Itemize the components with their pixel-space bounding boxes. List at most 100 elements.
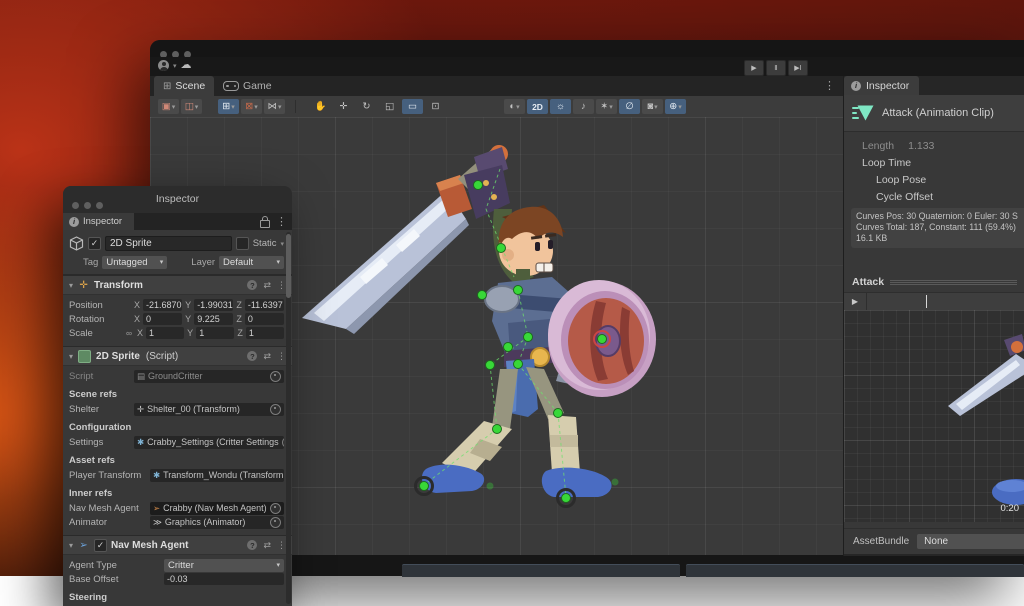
gizmos-dropdown-button[interactable]: ⊕▾ [665, 99, 686, 114]
scene-menu-kebab-icon[interactable]: ⋮ [824, 79, 835, 92]
object-picker-icon[interactable] [270, 371, 281, 382]
preview-character-art [844, 310, 1024, 522]
cycle-offset-row[interactable]: Cycle Offset [876, 191, 933, 203]
tab-inspector[interactable]: i Inspector [63, 213, 134, 230]
gameobject-header: ✓ 2D Sprite ✓ Static ▾ Tag Untagged▾ Lay… [63, 230, 292, 275]
layer-dropdown[interactable]: Default▾ [219, 256, 284, 269]
object-picker-icon[interactable] [270, 404, 281, 415]
help-icon[interactable]: ? [247, 540, 257, 550]
lock-icon[interactable] [260, 220, 270, 228]
script-object-field[interactable]: ▤ GroundCritter [134, 370, 284, 383]
scale-z-field[interactable]: 1 [246, 327, 284, 339]
position-y-field[interactable]: -1.99031 [194, 299, 233, 311]
tab-scene[interactable]: ⊞ Scene [154, 76, 214, 96]
settings-object-field[interactable]: ✱ Crabby_Settings (Critter Settings [134, 436, 284, 449]
help-icon[interactable]: ? [247, 280, 257, 290]
snap-align-button[interactable]: ⋈▾ [264, 99, 285, 114]
account-caret-icon[interactable]: ▾ [173, 62, 177, 70]
help-icon[interactable]: ? [247, 351, 257, 361]
active-checkbox[interactable]: ✓ [88, 237, 101, 250]
preview-play-button[interactable]: ▶ [844, 293, 867, 310]
main-titlebar[interactable] [150, 40, 1024, 57]
main-menubar: ▾ ☁ ▶ Ⅱ ▶Ⅰ [150, 57, 1024, 76]
kebab-icon[interactable]: ⋮ [277, 280, 286, 291]
account-avatar-icon[interactable] [158, 60, 169, 71]
tab-inspector[interactable]: i Inspector [844, 76, 919, 95]
scale-x-field[interactable]: 1 [146, 327, 184, 339]
position-x-field[interactable]: -21.6870 [143, 299, 182, 311]
transform-tool-button[interactable]: ⊡ [425, 99, 446, 114]
camera-dropdown-button[interactable]: ◙▾ [642, 99, 663, 114]
move-tool-button[interactable]: ✛ [333, 99, 354, 114]
static-checkbox[interactable]: ✓ [236, 237, 249, 250]
pause-button[interactable]: Ⅱ [766, 60, 786, 76]
bottom-panel-tab[interactable] [402, 564, 680, 577]
loop-pose-row[interactable]: Loop Pose [876, 174, 926, 186]
grid-visibility-button[interactable]: ⊞▾ [218, 99, 239, 114]
play-mode-controls: ▶ Ⅱ ▶Ⅰ [744, 60, 808, 76]
rect-tool-button[interactable]: ▭ [402, 99, 423, 114]
object-picker-icon[interactable] [270, 517, 281, 528]
play-button[interactable]: ▶ [744, 60, 764, 76]
kebab-icon[interactable]: ⋮ [277, 351, 286, 362]
draw-mode-button[interactable]: ▣▾ [158, 99, 179, 114]
object-picker-icon[interactable] [270, 503, 281, 514]
step-button[interactable]: ▶Ⅰ [788, 60, 808, 76]
lighting-toggle-button[interactable]: ☼ [550, 99, 571, 114]
floating-titlebar[interactable]: Inspector [63, 186, 292, 214]
presets-icon[interactable]: ⇄ [263, 540, 271, 551]
player-transform-object-field[interactable]: ✱ Transform_Wondu (Transform Ar [150, 469, 284, 482]
effects-dropdown-button[interactable]: ✶▾ [596, 99, 617, 114]
object-picker-icon[interactable] [282, 437, 284, 448]
foldout-icon[interactable]: ▾ [69, 541, 73, 550]
assetbundle-dropdown[interactable]: None [917, 534, 1024, 549]
link-scale-icon[interactable]: ∞ [124, 328, 134, 338]
agent-type-dropdown[interactable]: Critter▾ [164, 559, 284, 572]
rotation-y-field[interactable]: 9.225 [194, 313, 233, 325]
animation-preview-viewport[interactable]: 0:20 [844, 310, 1024, 522]
rotation-x-field[interactable]: 0 [143, 313, 182, 325]
scale-y-field[interactable]: 1 [196, 327, 234, 339]
shading-dropdown-button[interactable]: ◐▾ [504, 99, 525, 114]
foldout-icon[interactable]: ▾ [69, 352, 73, 361]
preview-drag-grip[interactable] [890, 282, 1017, 283]
inspector-kebab-icon[interactable]: ⋮ [276, 215, 287, 228]
transform-ref-icon: ✛ [137, 404, 144, 415]
kebab-icon[interactable]: ⋮ [277, 540, 286, 551]
loop-time-row[interactable]: Loop Time [862, 157, 911, 169]
position-z-field[interactable]: -11.6397 [245, 299, 284, 311]
navmesh-header[interactable]: ▾ ➢ ✓ Nav Mesh Agent ? ⇄ ⋮ [63, 536, 292, 555]
audio-toggle-button[interactable]: ♪ [573, 99, 594, 114]
hand-tool-button[interactable]: ✋ [310, 99, 331, 114]
base-offset-row: Base Offset -0.03 [69, 572, 284, 586]
gameobject-name-field[interactable]: 2D Sprite [105, 236, 232, 251]
animator-object-field[interactable]: ≫ Graphics (Animator) [150, 516, 284, 529]
rotate-tool-button[interactable]: ↻ [356, 99, 377, 114]
scale-tool-button[interactable]: ◱ [379, 99, 400, 114]
navmesh-object-field[interactable]: ➢ Crabby (Nav Mesh Agent) [150, 502, 284, 515]
rotation-z-field[interactable]: 0 [245, 313, 284, 325]
sprite-mode-button[interactable]: ◫▾ [181, 99, 202, 114]
scene-toolbar: ▣▾ ◫▾ ⊞▾ ⊠▾ ⋈▾ ✋ ✛ ↻ ◱ ▭ ⊡ ◐▾ 2D ☼ ♪ ✶▾ … [150, 96, 843, 118]
cloud-services-icon[interactable]: ☁ [181, 60, 192, 71]
foldout-icon[interactable]: ▾ [69, 281, 73, 290]
presets-icon[interactable]: ⇄ [263, 351, 271, 362]
gameobject-cube-icon[interactable] [69, 236, 84, 251]
presets-icon[interactable]: ⇄ [263, 280, 271, 291]
tag-dropdown[interactable]: Untagged▾ [102, 256, 167, 269]
hidden-objects-toggle-button[interactable]: ∅ [619, 99, 640, 114]
bottom-panel-tab[interactable] [686, 564, 1024, 577]
enabled-checkbox[interactable]: ✓ [94, 539, 107, 552]
static-caret-icon[interactable]: ▾ [280, 240, 284, 248]
2d-toggle-button[interactable]: 2D [527, 99, 548, 114]
transform-header[interactable]: ▾ ✛ Transform ? ⇄ ⋮ [63, 276, 292, 295]
script-header[interactable]: ▾ 2D Sprite (Script) ? ⇄ ⋮ [63, 347, 292, 366]
shelter-object-field[interactable]: ✛ Shelter_00 (Transform) [134, 403, 284, 416]
base-offset-field[interactable]: -0.03 [164, 573, 284, 585]
curves-info-box: Curves Pos: 30 Quaternion: 0 Euler: 30 S… [851, 208, 1024, 248]
inspector-scrollbar-thumb[interactable] [286, 234, 291, 298]
tab-game[interactable]: Game [214, 76, 281, 96]
preview-scrubber-handle[interactable] [926, 295, 927, 308]
preview-header[interactable]: Attack [852, 276, 1017, 288]
snap-increment-button[interactable]: ⊠▾ [241, 99, 262, 114]
